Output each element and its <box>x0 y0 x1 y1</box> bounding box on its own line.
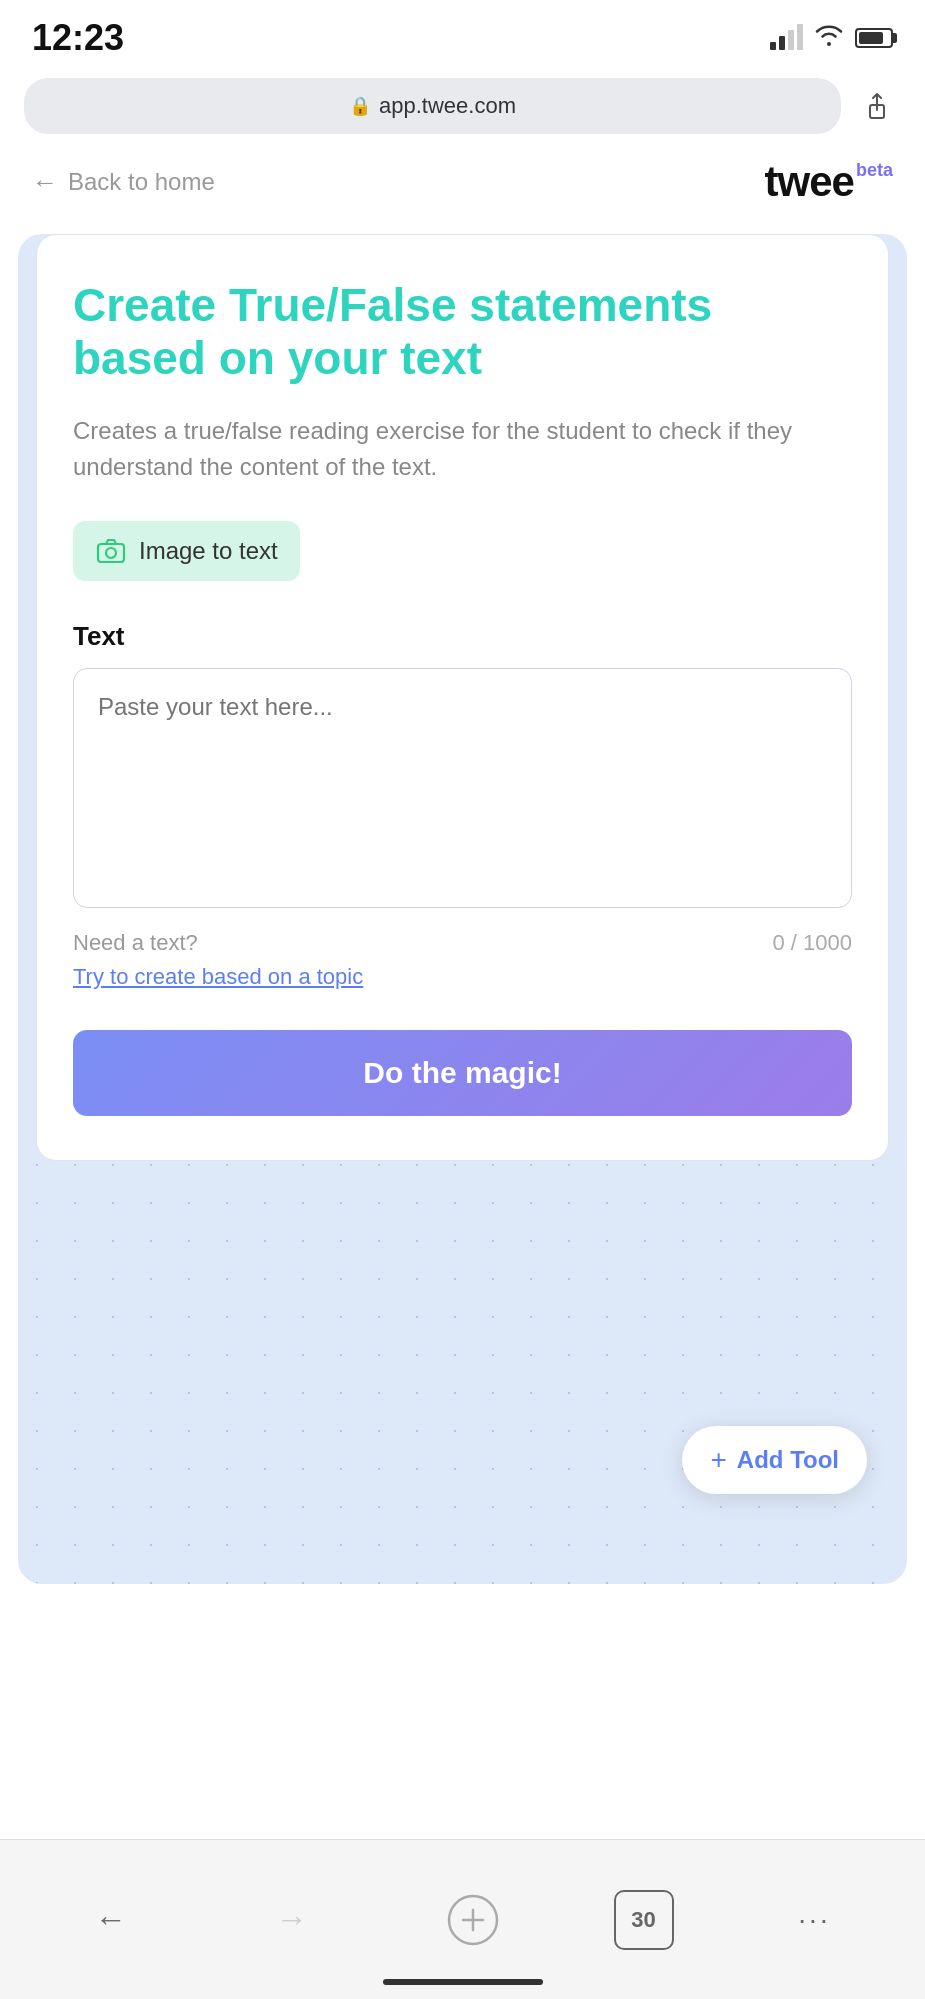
browser-back-arrow-icon: ← <box>95 1901 127 1938</box>
main-content-area: Create True/False statements based on yo… <box>18 234 907 1584</box>
add-tool-label: Add Tool <box>737 1446 839 1474</box>
text-meta-row: Need a text? 0 / 1000 <box>73 930 852 956</box>
more-options-icon: ··· <box>798 1904 830 1936</box>
browser-bottom-nav: ← → 30 ··· <box>0 1839 925 1999</box>
address-bar-row: 🔒 app.twee.com <box>0 70 925 146</box>
need-text-label: Need a text? <box>73 930 198 956</box>
text-input[interactable] <box>73 668 852 908</box>
address-bar[interactable]: 🔒 app.twee.com <box>24 78 841 134</box>
back-to-home-link[interactable]: ← Back to home <box>32 167 215 198</box>
back-arrow-icon: ← <box>32 167 58 198</box>
status-time: 12:23 <box>32 17 124 59</box>
text-section-label: Text <box>73 621 852 652</box>
camera-icon <box>95 535 127 567</box>
plus-icon: + <box>710 1444 726 1476</box>
battery-icon <box>855 28 893 48</box>
page-heading: Create True/False statements based on yo… <box>73 279 852 385</box>
plus-circle-icon <box>447 1894 499 1946</box>
wifi-icon <box>815 24 843 52</box>
content-card: Create True/False statements based on yo… <box>36 234 889 1161</box>
browser-forward-button[interactable]: → <box>252 1880 332 1960</box>
home-indicator <box>383 1979 543 1985</box>
back-label: Back to home <box>68 168 215 196</box>
beta-badge: beta <box>856 160 893 181</box>
image-to-text-button[interactable]: Image to text <box>73 521 300 581</box>
add-tool-button[interactable]: + Add Tool <box>682 1426 867 1494</box>
browser-forward-arrow-icon: → <box>276 1901 308 1938</box>
svg-point-2 <box>106 548 116 558</box>
browser-new-tab-button[interactable] <box>433 1880 513 1960</box>
page-description: Creates a true/false reading exercise fo… <box>73 413 852 485</box>
char-count: 0 / 1000 <box>772 930 852 956</box>
browser-back-button[interactable]: ← <box>71 1880 151 1960</box>
svg-rect-1 <box>98 544 124 562</box>
create-based-on-topic-link[interactable]: Try to create based on a topic <box>73 964 852 990</box>
address-text: app.twee.com <box>379 93 516 119</box>
logo-area: twee beta <box>765 158 893 206</box>
browser-tabs-button[interactable]: 30 <box>614 1890 674 1950</box>
image-to-text-label: Image to text <box>139 537 278 565</box>
nav-bar: ← Back to home twee beta <box>0 146 925 218</box>
status-bar: 12:23 <box>0 0 925 70</box>
browser-menu-button[interactable]: ··· <box>775 1880 855 1960</box>
status-icons <box>770 24 893 52</box>
signal-bars-icon <box>770 26 803 50</box>
tab-count: 30 <box>631 1907 655 1933</box>
logo-text: twee <box>765 158 854 206</box>
share-button[interactable] <box>853 82 901 130</box>
lock-icon: 🔒 <box>349 95 371 117</box>
do-the-magic-button[interactable]: Do the magic! <box>73 1030 852 1116</box>
